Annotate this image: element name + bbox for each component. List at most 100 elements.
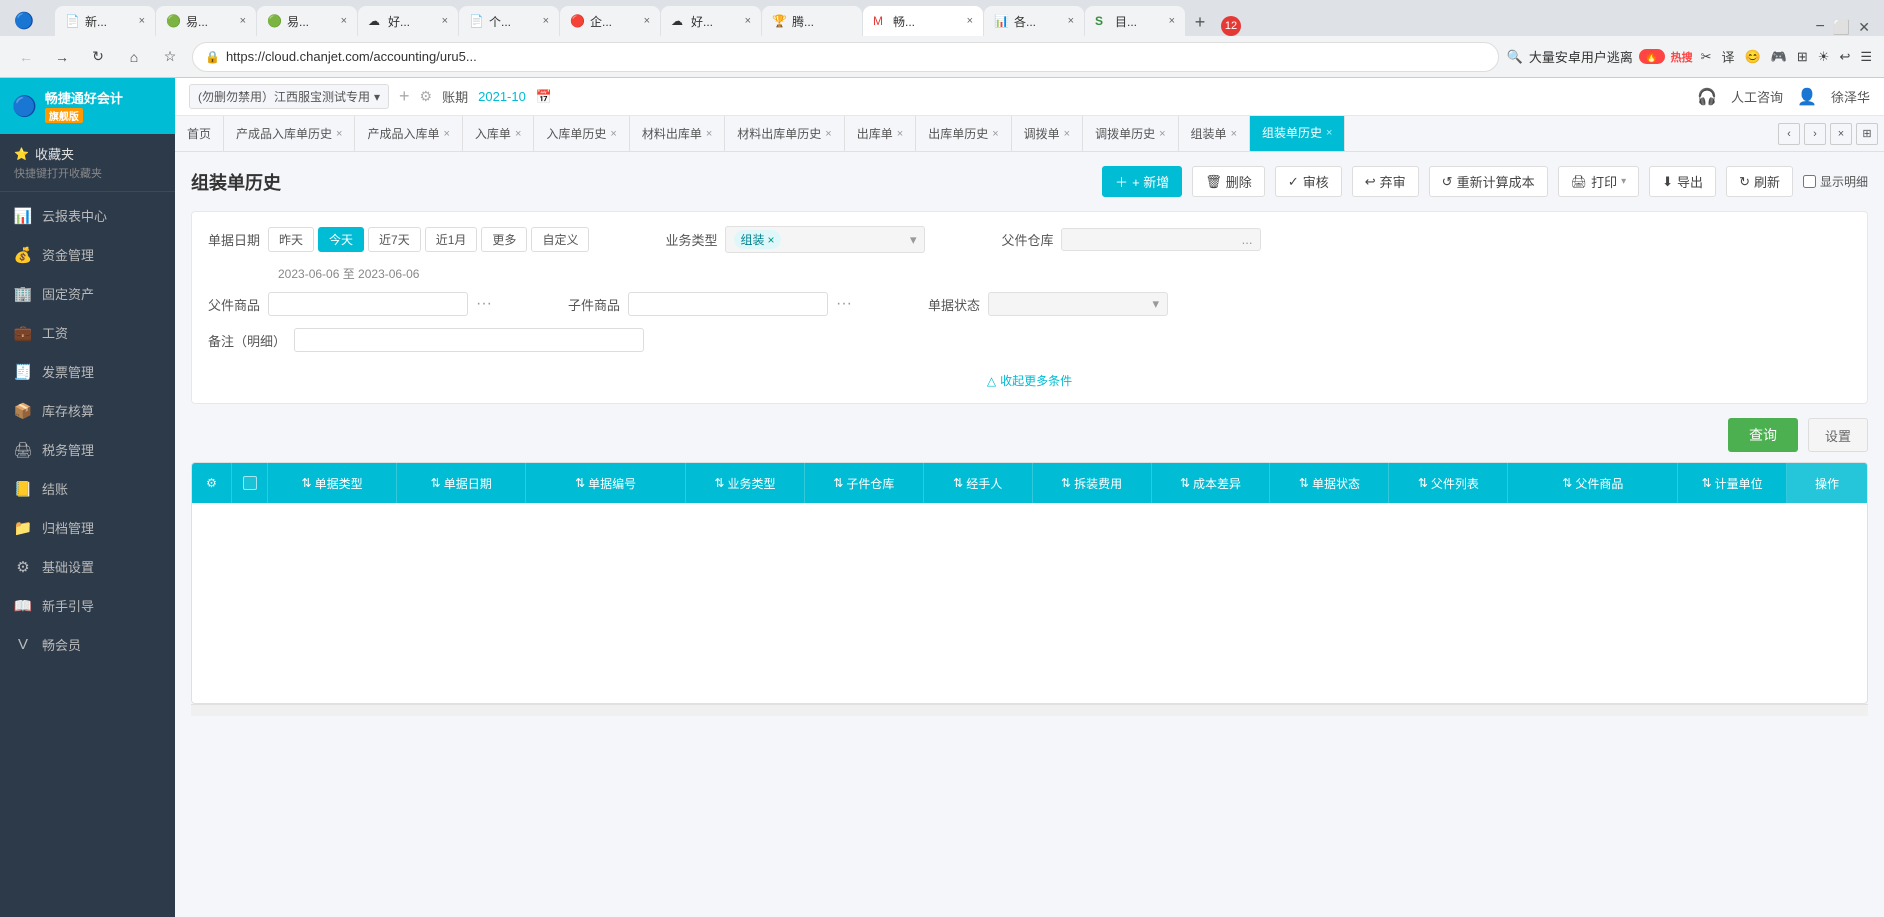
sidebar-item-close-accounts[interactable]: 📒 结账: [0, 469, 175, 508]
page-tab-6-close[interactable]: ×: [825, 128, 831, 140]
select-all-checkbox[interactable]: [243, 476, 257, 490]
remark-input[interactable]: [294, 328, 644, 352]
date-btn-more[interactable]: 更多: [481, 227, 527, 252]
page-tab-11[interactable]: 组装单 ×: [1179, 116, 1250, 152]
page-tab-8-close[interactable]: ×: [992, 128, 998, 140]
delete-button[interactable]: 🗑 删除: [1192, 166, 1265, 197]
back-button[interactable]: ←: [12, 43, 40, 71]
page-tab-7[interactable]: 出库单 ×: [845, 116, 916, 152]
th-child-warehouse[interactable]: ⇅ 子件仓库: [805, 463, 924, 503]
page-tab-5-close[interactable]: ×: [706, 128, 712, 140]
page-tab-home[interactable]: 首页: [175, 116, 224, 152]
page-tab-12-close[interactable]: ×: [1326, 127, 1332, 139]
child-goods-more[interactable]: ···: [836, 295, 852, 313]
th-cost-diff[interactable]: ⇅ 成本差异: [1152, 463, 1271, 503]
browser-tab-9[interactable]: 📊 各... ×: [984, 6, 1084, 36]
page-tab-3[interactable]: 入库单 ×: [463, 116, 534, 152]
browser-tab-4[interactable]: ☁ 好... ×: [358, 6, 458, 36]
menu-icon[interactable]: ☰: [1860, 49, 1872, 65]
page-tab-11-close[interactable]: ×: [1231, 128, 1237, 140]
browser-tab-10[interactable]: S 目... ×: [1085, 6, 1185, 36]
emoji-icon[interactable]: 😊: [1745, 49, 1761, 65]
browser-tab-7[interactable]: ☁ 好... ×: [661, 6, 761, 36]
page-tab-4-close[interactable]: ×: [610, 128, 616, 140]
audit-button[interactable]: ✓ 审核: [1275, 166, 1342, 197]
th-parent-goods[interactable]: ⇅ 父件商品: [1508, 463, 1678, 503]
th-handler[interactable]: ⇅ 经手人: [924, 463, 1033, 503]
date-btn-today[interactable]: 今天: [318, 227, 364, 252]
settings-btn[interactable]: ⚙: [420, 88, 433, 105]
period-value[interactable]: 2021-10: [478, 89, 526, 104]
browser-tab-active[interactable]: M 畅... ×: [863, 6, 983, 36]
th-unit[interactable]: ⇅ 计量单位: [1678, 463, 1787, 503]
page-tab-2-close[interactable]: ×: [443, 128, 449, 140]
window-minimize[interactable]: −: [1815, 18, 1824, 36]
game-icon[interactable]: 🎮: [1771, 49, 1787, 65]
refresh-button[interactable]: ↻: [84, 43, 112, 71]
page-tab-12-active[interactable]: 组装单历史 ×: [1250, 116, 1345, 152]
browser-tab-6[interactable]: 🔴 企... ×: [560, 6, 660, 36]
parent-goods-input[interactable]: [268, 292, 468, 316]
tab-more[interactable]: ⊞: [1856, 123, 1878, 145]
browser-tab-8[interactable]: 🏆 腾...: [762, 6, 862, 36]
th-settings[interactable]: ⚙: [192, 463, 232, 503]
user-name[interactable]: 徐泽华: [1831, 87, 1870, 106]
page-tab-6[interactable]: 材料出库单历史 ×: [725, 116, 844, 152]
query-button[interactable]: 查询: [1728, 418, 1798, 452]
th-biz-type[interactable]: ⇅ 业务类型: [686, 463, 805, 503]
url-input[interactable]: 🔒 https://cloud.chanjet.com/accounting/u…: [192, 42, 1499, 72]
calendar-icon[interactable]: 📅: [536, 89, 552, 105]
browser-tab-3[interactable]: 🟢 易... ×: [257, 6, 357, 36]
undo-icon[interactable]: ↩: [1839, 49, 1850, 65]
browser-tab-5[interactable]: 📄 个... ×: [459, 6, 559, 36]
scissors-icon[interactable]: ✂: [1701, 49, 1712, 65]
horizontal-scrollbar[interactable]: [191, 704, 1868, 716]
th-bill-date[interactable]: ⇅ 单据日期: [397, 463, 526, 503]
window-close[interactable]: ✕: [1858, 19, 1870, 36]
new-tab-button[interactable]: +: [1186, 8, 1214, 36]
recalc-button[interactable]: ↺ 重新计算成本: [1429, 166, 1548, 197]
sidebar-item-inventory[interactable]: 📦 库存核算: [0, 391, 175, 430]
window-maximize[interactable]: ⬜: [1833, 19, 1850, 36]
sidebar-item-tax[interactable]: 🖨 税务管理: [0, 430, 175, 469]
th-bill-type[interactable]: ⇅ 单据类型: [268, 463, 397, 503]
collapse-bar[interactable]: △ 收起更多条件: [208, 364, 1851, 389]
company-selector[interactable]: (勿删勿禁用）江西服宝测试专用 ▾: [189, 84, 389, 109]
page-tab-8[interactable]: 出库单历史 ×: [916, 116, 1011, 152]
page-tab-9-close[interactable]: ×: [1064, 128, 1070, 140]
th-bill-no[interactable]: ⇅ 单据编号: [526, 463, 686, 503]
sidebar-item-finance[interactable]: 💰 资金管理: [0, 235, 175, 274]
sun-icon[interactable]: ☀: [1818, 49, 1830, 65]
bill-status-select[interactable]: ▾: [988, 292, 1168, 316]
sidebar-item-guide[interactable]: 📖 新手引导: [0, 586, 175, 625]
page-tab-10-close[interactable]: ×: [1159, 128, 1165, 140]
abandon-button[interactable]: ↩ 弃审: [1352, 166, 1419, 197]
page-tab-4[interactable]: 入库单历史 ×: [534, 116, 629, 152]
browser-tab-2[interactable]: 🟢 易... ×: [156, 6, 256, 36]
tab-scroll-left[interactable]: ‹: [1778, 123, 1800, 145]
translate-icon[interactable]: 译: [1721, 47, 1734, 66]
refresh-button-page[interactable]: ↻ 刷新: [1726, 166, 1793, 197]
tab-scroll-right[interactable]: ›: [1804, 123, 1826, 145]
browser-tab-close-7[interactable]: ×: [745, 15, 751, 27]
sidebar-item-fixed-assets[interactable]: 🏢 固定资产: [0, 274, 175, 313]
sidebar-item-reports[interactable]: 📊 云报表中心: [0, 196, 175, 235]
date-btn-7days[interactable]: 近7天: [368, 227, 421, 252]
export-button[interactable]: ⬇ 导出: [1649, 166, 1716, 197]
add-button[interactable]: ＋ + 新增: [1102, 166, 1182, 197]
page-tab-9[interactable]: 调拨单 ×: [1012, 116, 1083, 152]
date-btn-custom[interactable]: 自定义: [531, 227, 589, 252]
biz-type-input[interactable]: 组装 × ▾: [725, 226, 925, 253]
page-tab-10[interactable]: 调拨单历史 ×: [1083, 116, 1178, 152]
browser-tab-1[interactable]: 📄 新... ×: [55, 6, 155, 36]
page-tab-3-close[interactable]: ×: [515, 128, 521, 140]
page-tab-1[interactable]: 产成品入库单历史 ×: [224, 116, 355, 152]
add-company-btn[interactable]: +: [399, 86, 410, 107]
sidebar-item-vip[interactable]: V 畅会员: [0, 625, 175, 664]
sidebar-item-archive[interactable]: 📁 归档管理: [0, 508, 175, 547]
forward-button[interactable]: →: [48, 43, 76, 71]
tab-close-all[interactable]: ×: [1830, 123, 1852, 145]
sidebar-item-settings[interactable]: ⚙ 基础设置: [0, 547, 175, 586]
page-tab-7-close[interactable]: ×: [897, 128, 903, 140]
browser-tab-home[interactable]: 🔵: [4, 6, 54, 36]
